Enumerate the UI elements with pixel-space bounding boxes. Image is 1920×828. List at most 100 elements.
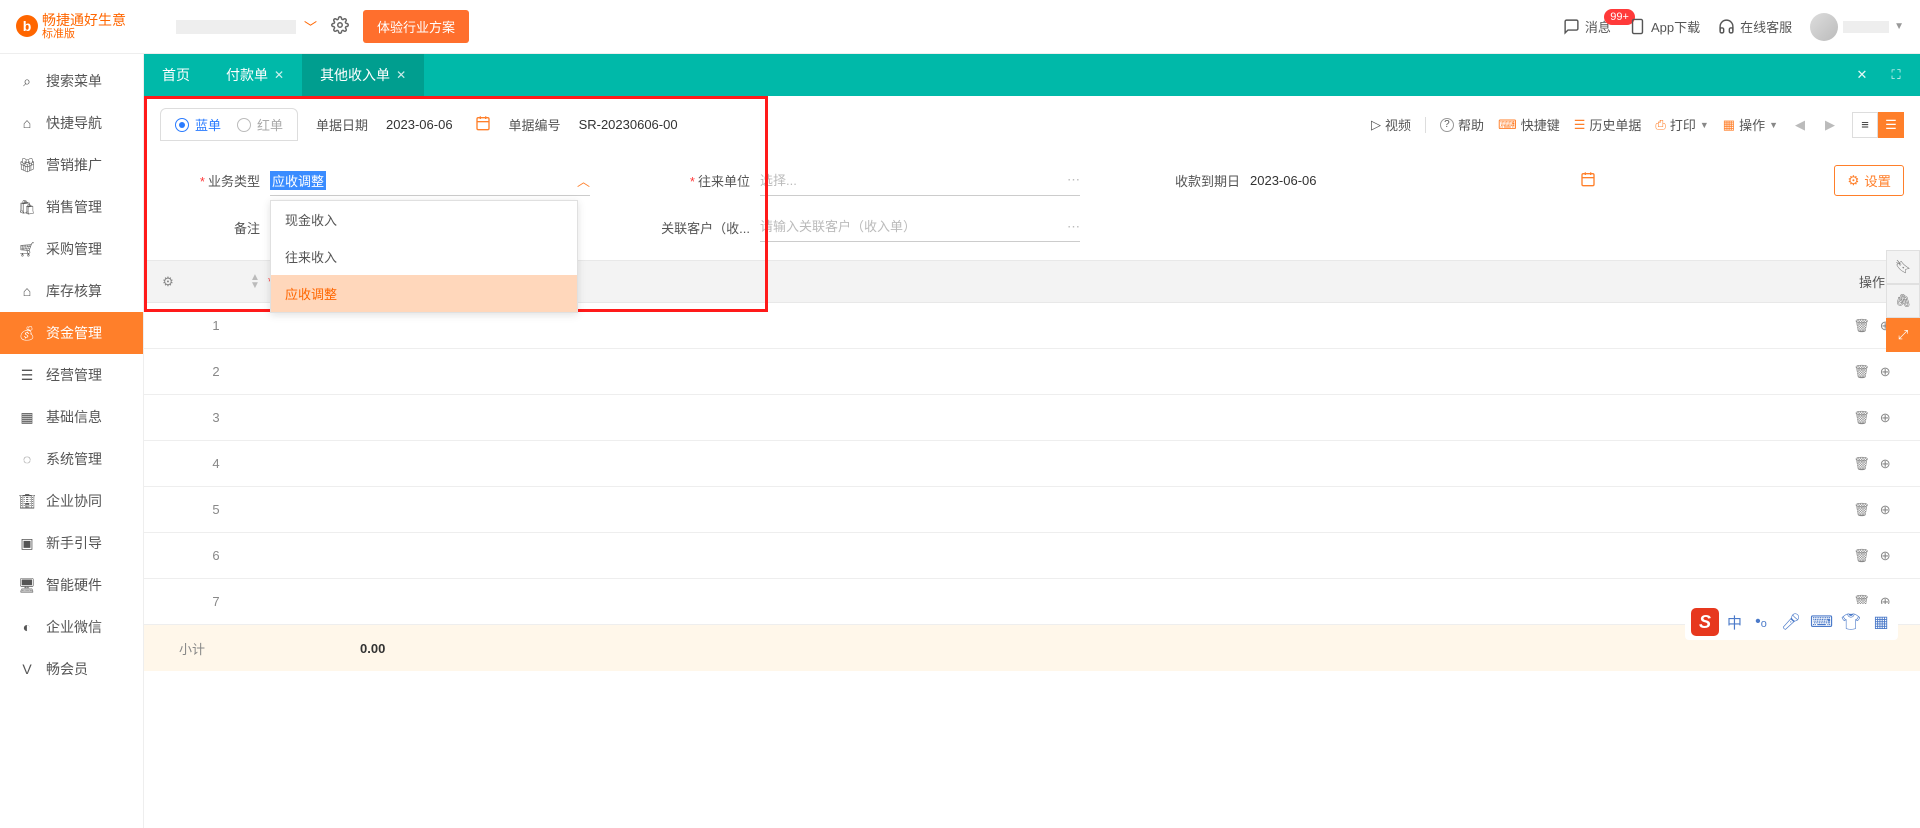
- shortcut-link[interactable]: ⌨快捷键: [1498, 115, 1560, 134]
- sidebar-item-sales[interactable]: 🛍︎销售管理: [0, 186, 143, 228]
- row-index: 7: [192, 594, 240, 609]
- delete-row-icon[interactable]: 🗑︎: [1853, 502, 1870, 518]
- sidebar-item-member[interactable]: V畅会员: [0, 648, 143, 690]
- report-icon: ☰: [18, 366, 36, 384]
- sidebar-item-system[interactable]: ◌系统管理: [0, 438, 143, 480]
- tab-payment[interactable]: 付款单✕: [208, 54, 302, 96]
- settings-button[interactable]: ⚙设置: [1834, 165, 1904, 196]
- biz-type-option-exchange[interactable]: 往来收入: [271, 238, 577, 275]
- delete-row-icon[interactable]: 🗑︎: [1853, 410, 1870, 426]
- sidebar-item-wecom[interactable]: ◐企业微信: [0, 606, 143, 648]
- calendar-icon[interactable]: [475, 115, 491, 134]
- table-row[interactable]: 2🗑︎⊕: [144, 349, 1920, 395]
- more-icon[interactable]: ⋯: [1067, 172, 1080, 188]
- close-icon[interactable]: ✕: [396, 68, 406, 82]
- try-industry-button[interactable]: 体验行业方案: [363, 10, 469, 43]
- help-link[interactable]: ?帮助: [1440, 115, 1484, 134]
- radio-red[interactable]: 红单: [237, 115, 283, 134]
- money-icon: 💰︎: [18, 324, 36, 342]
- operate-link[interactable]: ▦操作▼: [1723, 115, 1778, 134]
- sidebar-item-base[interactable]: ▦基础信息: [0, 396, 143, 438]
- ime-mic-icon[interactable]: 🎤︎: [1780, 612, 1802, 632]
- chevron-up-icon: ︿: [577, 171, 590, 190]
- relate-customer-wrap[interactable]: ⋯: [760, 212, 1080, 242]
- add-row-icon[interactable]: ⊕: [1880, 410, 1891, 426]
- messages-link[interactable]: 消息 99+: [1563, 17, 1611, 36]
- sidebar-item-operation[interactable]: ☰经营管理: [0, 354, 143, 396]
- gear-icon[interactable]: [331, 16, 349, 37]
- table-row[interactable]: 4🗑︎⊕: [144, 441, 1920, 487]
- close-icon[interactable]: ✕: [274, 68, 284, 82]
- view-list-button[interactable]: ≡: [1852, 112, 1878, 138]
- data-icon: ▦: [18, 408, 36, 426]
- row-index: 6: [192, 548, 240, 563]
- view-form-button[interactable]: ☰: [1878, 112, 1904, 138]
- delete-row-icon[interactable]: 🗑︎: [1853, 548, 1870, 564]
- ime-keyboard-icon[interactable]: ⌨: [1810, 612, 1832, 632]
- history-link[interactable]: ☰历史单据: [1574, 115, 1642, 134]
- tabs-expand-icon[interactable]: ⛶: [1884, 63, 1908, 87]
- user-menu[interactable]: ▼: [1810, 13, 1904, 41]
- avatar: [1810, 13, 1838, 41]
- prev-doc-button[interactable]: ◀: [1792, 117, 1808, 133]
- chevron-down-icon: ﹀: [304, 17, 317, 36]
- table-settings-icon[interactable]: ⚙: [144, 274, 192, 290]
- sidebar-item-guide[interactable]: ▣新手引导: [0, 522, 143, 564]
- add-row-icon[interactable]: ⊕: [1880, 456, 1891, 472]
- video-link[interactable]: ▷视频: [1371, 115, 1411, 134]
- sidebar-item-quicknav[interactable]: ⌂快捷导航: [0, 102, 143, 144]
- add-row-icon[interactable]: ⊕: [1880, 364, 1891, 380]
- next-doc-button[interactable]: ▶: [1822, 117, 1838, 133]
- relate-customer-input[interactable]: [760, 219, 1067, 234]
- calendar-icon[interactable]: [1580, 171, 1596, 190]
- radio-blue[interactable]: 蓝单: [175, 115, 221, 134]
- cart-icon: 🛍︎: [18, 198, 36, 216]
- ime-toolbox-icon[interactable]: ▦: [1870, 612, 1892, 632]
- doc-date-value[interactable]: 2023-06-06: [386, 117, 453, 132]
- float-expand-icon[interactable]: ⤢: [1886, 318, 1920, 352]
- table-row[interactable]: 7🗑︎⊕: [144, 579, 1920, 625]
- partner-input[interactable]: [760, 173, 1067, 188]
- sidebar-item-inventory[interactable]: ⌂库存核算: [0, 270, 143, 312]
- online-service-link[interactable]: 在线客服: [1718, 17, 1792, 36]
- float-tag-icon[interactable]: 🔖︎: [1886, 250, 1920, 284]
- sort-icon[interactable]: ▲▼: [250, 274, 260, 290]
- print-link[interactable]: ⎙打印▼: [1655, 115, 1708, 134]
- delete-row-icon[interactable]: 🗑︎: [1853, 456, 1870, 472]
- biz-type-option-cash[interactable]: 现金收入: [271, 201, 577, 238]
- sidebar-item-finance[interactable]: 💰︎资金管理: [0, 312, 143, 354]
- partner-select[interactable]: ⋯: [760, 166, 1080, 196]
- sidebar-item-marketing[interactable]: 🎁︎营销推广: [0, 144, 143, 186]
- tabs-close-icon[interactable]: ✕: [1850, 63, 1874, 87]
- sidebar-item-purchase[interactable]: 🛒︎采购管理: [0, 228, 143, 270]
- tabs-bar: 首页 付款单✕ 其他收入单✕ ✕ ⛶: [144, 54, 1920, 96]
- company-selector[interactable]: ﹀: [176, 17, 317, 36]
- due-date-field[interactable]: 2023-06-06: [1250, 166, 1570, 196]
- add-row-icon[interactable]: ⊕: [1880, 502, 1891, 518]
- delete-row-icon[interactable]: 🗑︎: [1853, 318, 1870, 334]
- doc-type-radio-group: 蓝单 红单: [160, 108, 298, 141]
- sidebar-item-hardware[interactable]: 🖥︎智能硬件: [0, 564, 143, 606]
- add-row-icon[interactable]: ⊕: [1880, 548, 1891, 564]
- tab-other-income[interactable]: 其他收入单✕: [302, 54, 424, 96]
- tab-home[interactable]: 首页: [144, 54, 208, 96]
- sidebar-item-collab[interactable]: 🏢︎企业协同: [0, 480, 143, 522]
- biz-type-option-adjust[interactable]: 应收调整: [271, 275, 577, 312]
- table-row[interactable]: 5🗑︎⊕: [144, 487, 1920, 533]
- partner-label: *往来单位: [650, 171, 760, 190]
- sidebar-item-search[interactable]: ⌕搜索菜单: [0, 60, 143, 102]
- table-row[interactable]: 3🗑︎⊕: [144, 395, 1920, 441]
- app-download-link[interactable]: App下载: [1629, 17, 1700, 36]
- biz-type-select[interactable]: 应收调整 ︿: [270, 166, 590, 196]
- sogou-ime-logo-icon[interactable]: S: [1691, 608, 1719, 636]
- ime-skin-icon[interactable]: 👕︎: [1840, 612, 1862, 632]
- biz-type-value: 应收调整: [270, 171, 326, 190]
- table-row[interactable]: 6 🗑︎ ⊕: [144, 533, 1920, 579]
- ime-punct-icon[interactable]: •ₒ: [1750, 613, 1772, 631]
- float-link-icon[interactable]: 🖇︎: [1886, 284, 1920, 318]
- gear-icon: ◌: [18, 450, 36, 468]
- more-icon[interactable]: ⋯: [1067, 219, 1080, 235]
- gift-icon: 🎁︎: [18, 156, 36, 174]
- ime-mode[interactable]: 中: [1727, 612, 1742, 633]
- delete-row-icon[interactable]: 🗑︎: [1853, 364, 1870, 380]
